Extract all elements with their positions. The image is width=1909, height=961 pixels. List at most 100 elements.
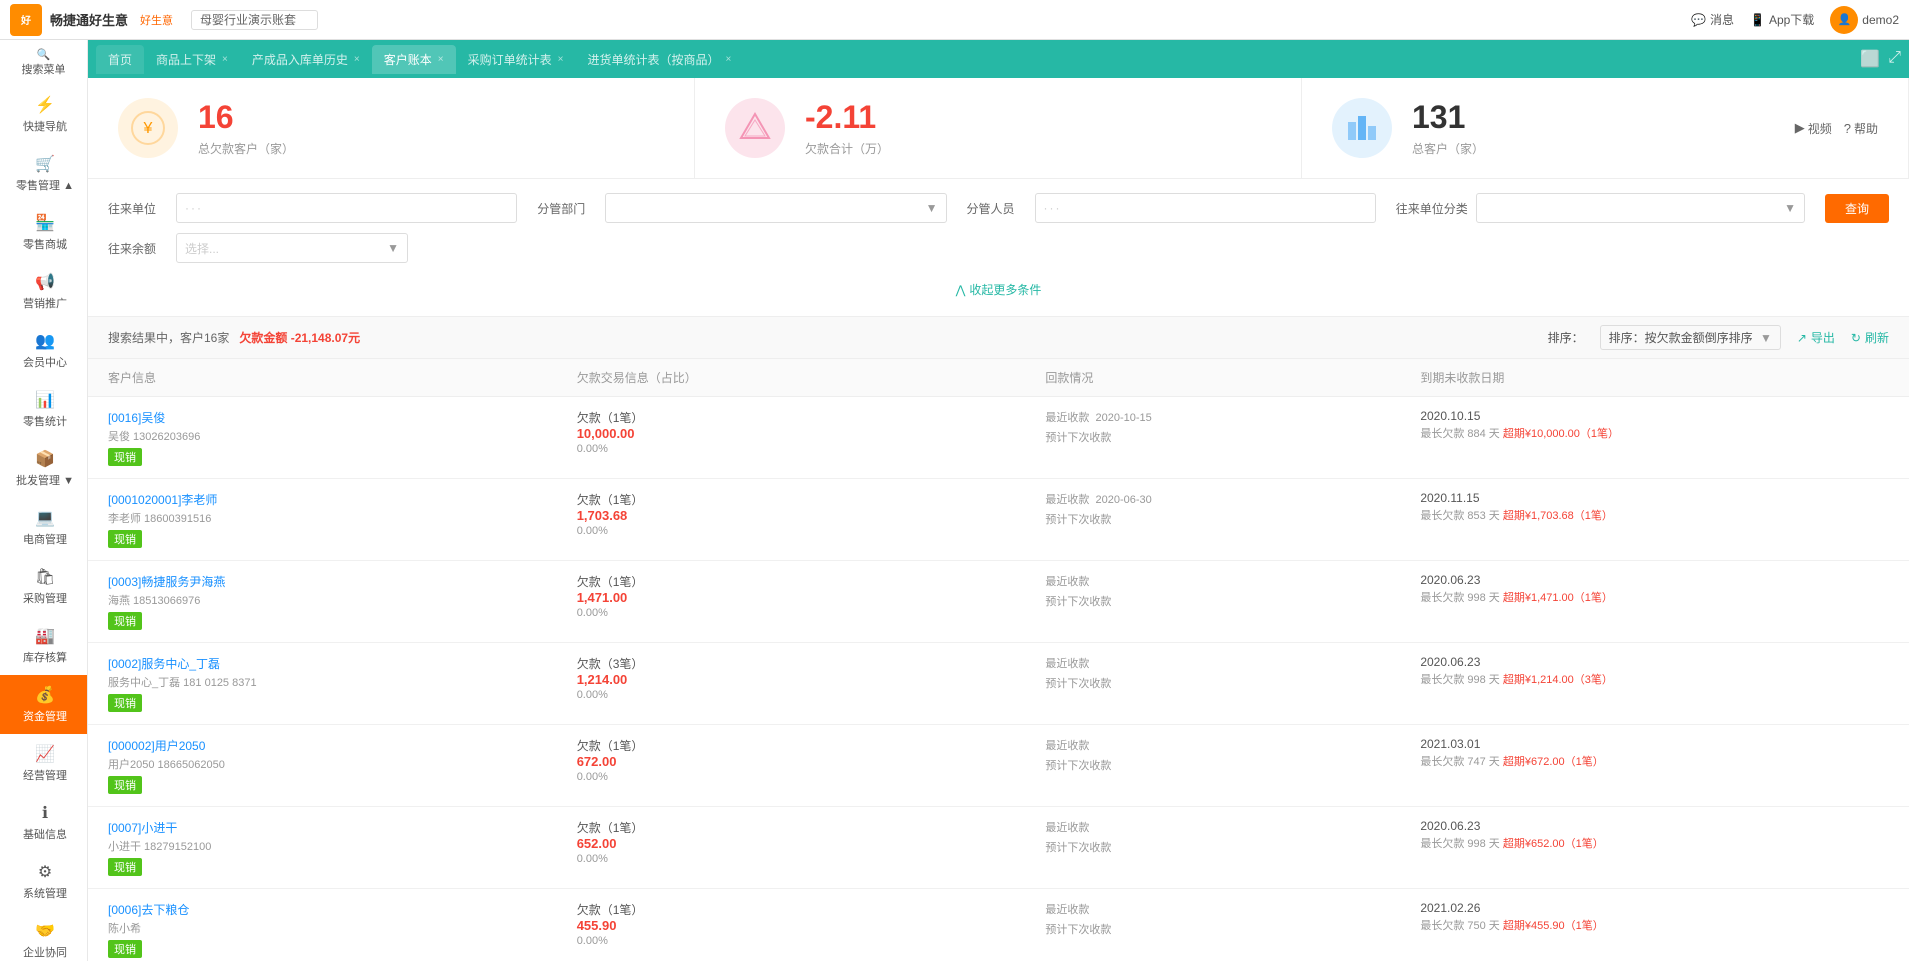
sidebar-item-label: 经营管理 [7, 767, 83, 783]
client-info-2: [0003]畅捷服务尹海燕 海燕 18513066976 现销 [108, 573, 577, 630]
tab-home-label: 首页 [108, 51, 132, 68]
table-row[interactable]: [0007]小进干 小进干 18279152100 现销 欠款（1笔） 652.… [88, 807, 1909, 889]
table-row[interactable]: [0016]吴俊 吴俊 13026203696 现销 欠款（1笔） 10,000… [88, 397, 1909, 479]
tab-purchase-order[interactable]: 采购订单统计表 × [456, 45, 576, 74]
sidebar-item-ecommerce[interactable]: 💻 电商管理 [0, 498, 87, 557]
table-row[interactable]: [0006]去下粮仓 陈小希 现销 欠款（1笔） 455.90 0.00% 最近… [88, 889, 1909, 961]
table-row[interactable]: [0003]畅捷服务尹海燕 海燕 18513066976 现销 欠款（1笔） 1… [88, 561, 1909, 643]
client-name-1[interactable]: [0001020001]李老师 [108, 491, 577, 508]
collapse-btn[interactable]: ⋀ 收起更多条件 [108, 277, 1889, 302]
debt-amount-2[interactable]: 1,471.00 [577, 590, 1046, 605]
sidebar-item-retail-stats[interactable]: 📊 零售统计 [0, 380, 87, 439]
help-icon: ? [1844, 121, 1851, 136]
tab-product-history[interactable]: 产成品入库单历史 × [240, 45, 372, 74]
sidebar-item-basic-info[interactable]: ℹ 基础信息 [0, 793, 87, 852]
sidebar-item-quick-nav[interactable]: ⚡ 快捷导航 [0, 85, 87, 144]
app-download-label: App下载 [1769, 11, 1814, 28]
tab-customer-account-close[interactable]: × [438, 54, 444, 65]
expire-detail-0: 最长欠款 884 天 超期¥10,000.00（1笔） [1420, 425, 1889, 441]
debt-amount-4[interactable]: 672.00 [577, 754, 1046, 769]
overdue-link-6[interactable]: 超期¥455.90（1笔） [1503, 920, 1604, 932]
sidebar-item-ops[interactable]: 📈 经营管理 [0, 734, 87, 793]
debt-amount-1[interactable]: 1,703.68 [577, 508, 1046, 523]
filter-manager: 分管人员 ··· [967, 193, 1376, 223]
help-label: 帮助 [1854, 120, 1878, 137]
help-link[interactable]: ? 帮助 [1844, 120, 1878, 137]
client-name-4[interactable]: [000002]用户2050 [108, 737, 577, 754]
sidebar-item-search-menu[interactable]: 🔍 搜索菜单 [0, 40, 87, 85]
expire-info-5: 2020.06.23 最长欠款 998 天 超期¥652.00（1笔） [1420, 819, 1889, 876]
tab-inventory-stats[interactable]: 进货单统计表（按商品） × [575, 45, 743, 74]
tab-product-manage[interactable]: 商品上下架 × [144, 45, 240, 74]
debt-amount-0[interactable]: 10,000.00 [577, 426, 1046, 441]
tab-product-history-close[interactable]: × [354, 54, 360, 65]
message-icon-btn[interactable]: 💬 消息 [1691, 11, 1734, 28]
refresh-btn[interactable]: ↻ 刷新 [1851, 329, 1889, 346]
video-link[interactable]: ▶ 视频 [1795, 120, 1832, 137]
expire-date-0: 2020.10.15 [1420, 409, 1889, 423]
stat-value-total: 131 [1412, 99, 1484, 136]
table-row[interactable]: [000002]用户2050 用户2050 18665062050 现销 欠款（… [88, 725, 1909, 807]
balance-select[interactable]: 选择... ▼ [176, 233, 408, 263]
debt-ratio-1: 0.00% [577, 525, 1046, 537]
sidebar: 🔍 搜索菜单 ⚡ 快捷导航 🛒 零售管理 ▲ 🏪 零售商城 📢 营销推广 👥 [0, 40, 88, 961]
table-row[interactable]: [0002]服务中心_丁磊 服务中心_丁磊 181 0125 8371 现销 欠… [88, 643, 1909, 725]
debt-amount-5[interactable]: 652.00 [577, 836, 1046, 851]
debt-info-4: 欠款（1笔） 672.00 0.00% [577, 737, 1046, 794]
tab-home[interactable]: 首页 [96, 45, 144, 74]
debt-count-1: 欠款（1笔） [577, 491, 1046, 508]
filter-supplier-cat-label: 往来单位分类 [1396, 200, 1468, 217]
client-name-6[interactable]: [0006]去下粮仓 [108, 901, 577, 918]
sidebar-item-inventory[interactable]: 🏭 库存核算 [0, 616, 87, 675]
manager-input[interactable]: ··· [1035, 193, 1376, 223]
sub-brand[interactable]: 好生意 [140, 12, 173, 28]
supplier-input[interactable]: ··· [176, 193, 517, 223]
client-name-2[interactable]: [0003]畅捷服务尹海燕 [108, 573, 577, 590]
overdue-link-1[interactable]: 超期¥1,703.68（1笔） [1503, 510, 1613, 522]
app-download-btn[interactable]: 📱 App下载 [1750, 11, 1814, 28]
sidebar-item-marketing[interactable]: 📢 营销推广 [0, 262, 87, 321]
sidebar-item-retail-mgmt[interactable]: 🛒 零售管理 ▲ [0, 144, 87, 203]
tab-product-manage-close[interactable]: × [222, 54, 228, 65]
table-row[interactable]: [0001020001]李老师 李老师 18600391516 现销 欠款（1笔… [88, 479, 1909, 561]
debt-info-3: 欠款（3笔） 1,214.00 0.00% [577, 655, 1046, 712]
tab-purchase-order-close[interactable]: × [558, 54, 564, 65]
expire-info-4: 2021.03.01 最长欠款 747 天 超期¥672.00（1笔） [1420, 737, 1889, 794]
dept-select[interactable]: ▼ [605, 193, 946, 223]
overdue-link-2[interactable]: 超期¥1,471.00（1笔） [1503, 592, 1613, 604]
sidebar-item-finance[interactable]: 💰 资金管理 [0, 675, 87, 734]
overdue-link-3[interactable]: 超期¥1,214.00（3笔） [1503, 674, 1613, 686]
debt-amount-3[interactable]: 1,214.00 [577, 672, 1046, 687]
sort-chevron-icon: ▼ [1760, 331, 1772, 345]
overdue-link-5[interactable]: 超期¥652.00（1笔） [1503, 838, 1604, 850]
client-tag-5: 现销 [108, 858, 142, 876]
tab-inventory-stats-close[interactable]: × [725, 54, 731, 65]
env-selector[interactable]: 母婴行业演示账套 [191, 10, 318, 30]
sort-select[interactable]: 排序：按欠款金额倒序排序 ▼ [1600, 325, 1781, 350]
debt-info-0: 欠款（1笔） 10,000.00 0.00% [577, 409, 1046, 466]
sidebar-item-label: 零售统计 [7, 413, 83, 429]
supplier-cat-select[interactable]: ▼ [1476, 193, 1805, 223]
sidebar-item-retail-mall[interactable]: 🏪 零售商城 [0, 203, 87, 262]
client-info-4: [000002]用户2050 用户2050 18665062050 现销 [108, 737, 577, 794]
tab-customer-account[interactable]: 客户账本 × [372, 45, 456, 74]
sidebar-item-enterprise[interactable]: 🤝 企业协同 [0, 911, 87, 961]
user-avatar-btn[interactable]: 👤 demo2 [1830, 6, 1899, 34]
sidebar-item-member-center[interactable]: 👥 会员中心 [0, 321, 87, 380]
client-name-5[interactable]: [0007]小进干 [108, 819, 577, 836]
client-name-0[interactable]: [0016]吴俊 [108, 409, 577, 426]
sidebar-item-purchase[interactable]: 🛍 采购管理 [0, 557, 87, 616]
export-btn[interactable]: ↗ 导出 [1797, 329, 1835, 346]
query-button[interactable]: 查询 [1825, 194, 1889, 223]
debt-amount-6[interactable]: 455.90 [577, 918, 1046, 933]
tab-restore-btn[interactable]: ⬜ [1860, 49, 1880, 69]
sidebar-item-system[interactable]: ⚙ 系统管理 [0, 852, 87, 911]
dept-chevron-icon: ▼ [926, 201, 938, 215]
overdue-link-0[interactable]: 超期¥10,000.00（1笔） [1503, 428, 1619, 440]
sidebar-item-batch-mgmt[interactable]: 📦 批发管理 ▼ [0, 439, 87, 498]
recovery-info-6: 最近收款 预计下次收款 [1045, 901, 1420, 958]
tab-expand-btn[interactable]: ⤢ [1888, 49, 1901, 69]
overdue-link-4[interactable]: 超期¥672.00（1笔） [1503, 756, 1604, 768]
client-name-3[interactable]: [0002]服务中心_丁磊 [108, 655, 577, 672]
expire-date-6: 2021.02.26 [1420, 901, 1889, 915]
